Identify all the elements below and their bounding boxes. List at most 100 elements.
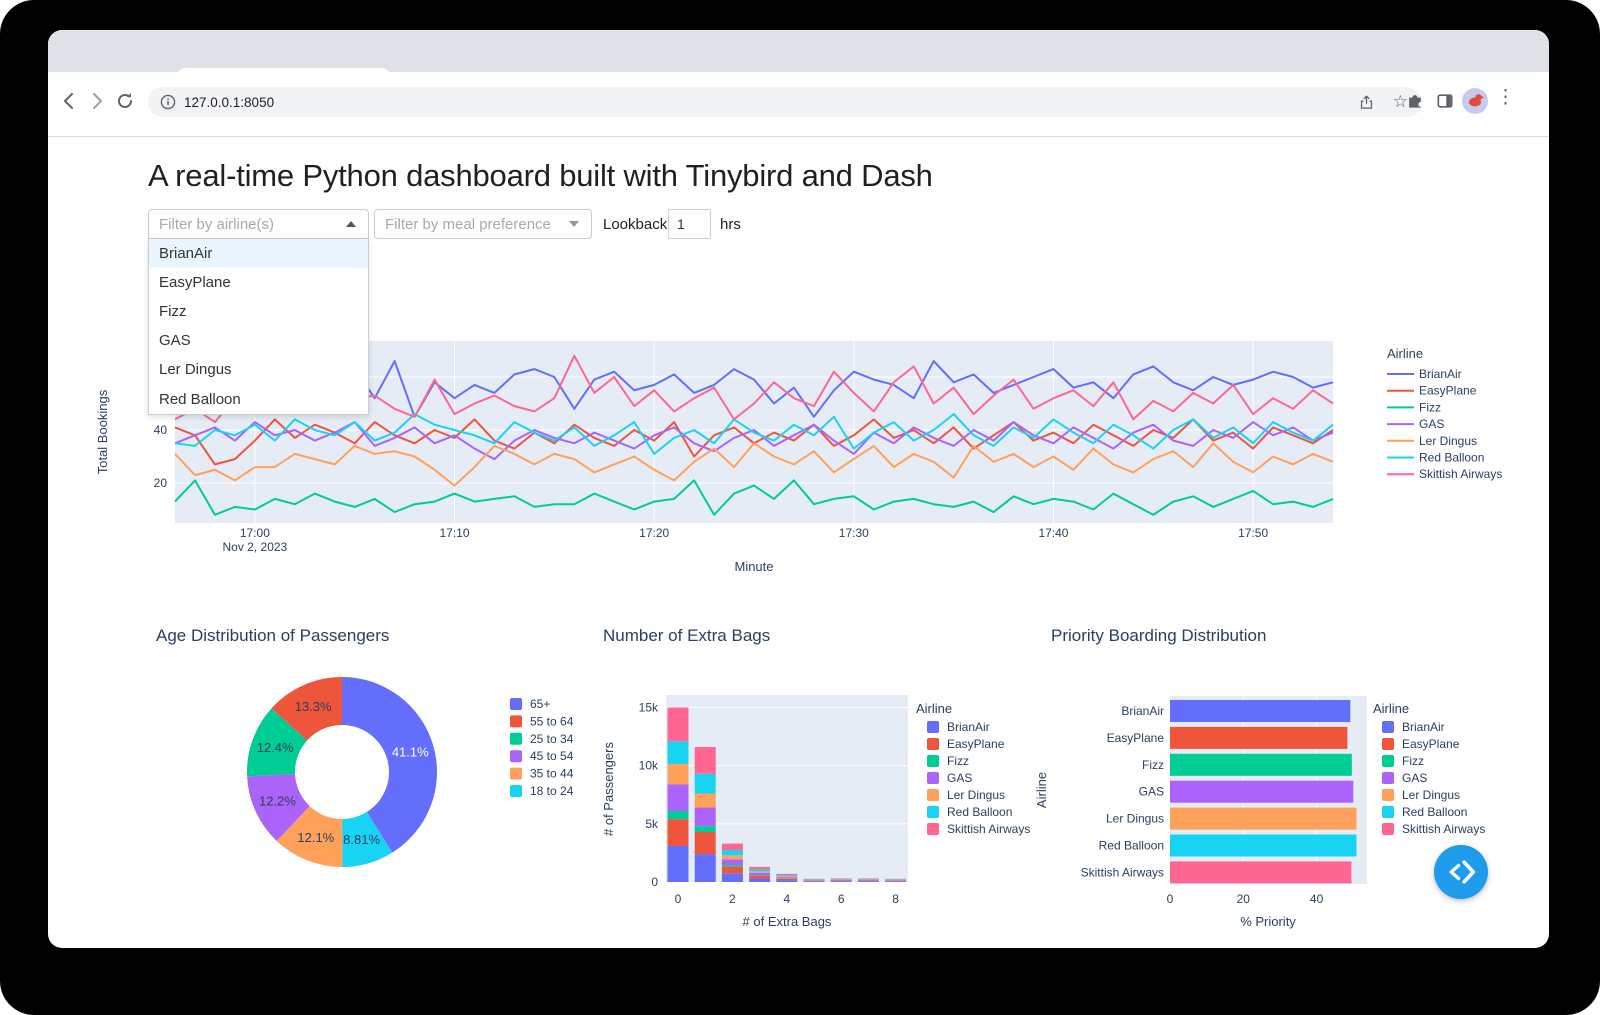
legend-entry[interactable]: Red Balloon: [927, 805, 1012, 819]
legend-swatch: [510, 750, 522, 762]
dropdown-option[interactable]: EasyPlane: [149, 268, 368, 297]
legend-entry[interactable]: Red Balloon: [1387, 451, 1484, 465]
bar-segment-Ler-Dingus: [668, 764, 689, 784]
legend-label: EasyPlane: [947, 737, 1005, 751]
x-tick-label: 17:00: [240, 526, 270, 540]
legend-label: Fizz: [1419, 400, 1441, 414]
legend-label: BrianAir: [1402, 720, 1445, 734]
x-tick-label: 40: [1310, 892, 1324, 906]
legend-entry[interactable]: EasyPlane: [1387, 384, 1477, 398]
x-axis-title: # of Extra Bags: [743, 914, 832, 929]
legend-swatch: [927, 721, 939, 733]
dropdown-option[interactable]: BrianAir: [149, 239, 368, 268]
chevron-right-icon: [1464, 862, 1473, 882]
legend-entry[interactable]: Skittish Airways: [927, 822, 1030, 836]
legend-entry[interactable]: Ler Dingus: [1382, 788, 1460, 802]
legend-swatch: [927, 789, 939, 801]
bar-segment-Fizz: [749, 875, 770, 876]
x-axis-title: Minute: [734, 559, 773, 574]
legend-title: Airline: [916, 701, 952, 716]
legend-swatch: [1382, 721, 1394, 733]
chevron-left-icon: [1451, 865, 1458, 878]
bar-segment-EasyPlane: [695, 832, 716, 854]
bar-segment-EasyPlane: [804, 881, 825, 882]
legend-entry[interactable]: Fizz: [927, 754, 969, 768]
chart-title: Age Distribution of Passengers: [156, 626, 389, 645]
legend-entry[interactable]: BrianAir: [1387, 367, 1462, 381]
legend-swatch: [927, 823, 939, 835]
x-tick-label: 20: [1237, 892, 1251, 906]
bar-segment-EasyPlane: [668, 819, 689, 846]
y-category-label: Red Balloon: [1099, 839, 1164, 853]
legend-swatch: [510, 768, 522, 780]
hbar-EasyPlane: [1170, 727, 1347, 749]
legend-label: 55 to 64: [530, 714, 574, 728]
dropdown-option[interactable]: GAS: [149, 326, 368, 355]
bar-segment-Skittish-Airways: [668, 708, 689, 742]
legend-entry[interactable]: EasyPlane: [927, 737, 1005, 751]
bar-segment-EasyPlane: [776, 879, 797, 880]
bar-segment-BrianAir: [695, 854, 716, 882]
legend-entry[interactable]: Ler Dingus: [1387, 434, 1477, 448]
legend-swatch: [510, 733, 522, 745]
x-tick-label: 0: [675, 892, 682, 906]
x-tick-label: 17:20: [639, 526, 669, 540]
bar-segment-EasyPlane: [722, 867, 743, 873]
bar-segment-BrianAir: [831, 881, 852, 882]
legend-entry[interactable]: 45 to 54: [510, 749, 574, 763]
legend-label: GAS: [1402, 771, 1427, 785]
tab-strip: Dash × + ⌄: [48, 30, 1549, 72]
legend-label: 18 to 24: [530, 784, 574, 798]
bar-segment-EasyPlane: [858, 881, 879, 882]
debug-toggle-button[interactable]: [1434, 845, 1488, 899]
legend-entry[interactable]: EasyPlane: [1382, 737, 1460, 751]
y-category-label: Ler Dingus: [1106, 812, 1164, 826]
legend-entry[interactable]: 55 to 64: [510, 714, 574, 728]
bar-segment-BrianAir: [858, 881, 879, 882]
bar-segment-BrianAir: [749, 879, 770, 882]
legend-entry[interactable]: BrianAir: [1382, 720, 1445, 734]
dropdown-option[interactable]: Fizz: [149, 297, 368, 326]
legend-entry[interactable]: GAS: [1382, 771, 1427, 785]
legend-entry[interactable]: 35 to 44: [510, 767, 574, 781]
pie-slice-label: 12.4%: [257, 740, 294, 755]
legend-title: Airline: [1387, 346, 1423, 361]
legend-label: GAS: [1419, 417, 1444, 431]
x-tick-label: 6: [838, 892, 845, 906]
y-tick-label: 10k: [639, 759, 659, 773]
hbar-BrianAir: [1170, 700, 1350, 722]
legend-entry[interactable]: 18 to 24: [510, 784, 574, 798]
chart-title: Priority Boarding Distribution: [1051, 626, 1266, 645]
bar-segment-Fizz: [722, 865, 743, 867]
bar-segment-Red-Balloon: [722, 850, 743, 855]
y-category-label: Fizz: [1142, 758, 1164, 772]
pie-slice-label: 41.1%: [392, 744, 429, 759]
legend-entry[interactable]: 65+: [510, 697, 550, 711]
legend-entry[interactable]: Fizz: [1387, 400, 1441, 414]
dropdown-option[interactable]: Ler Dingus: [149, 355, 368, 384]
legend-entry[interactable]: Ler Dingus: [927, 788, 1005, 802]
bar-segment-GAS: [776, 877, 797, 878]
bar-segment-Red-Balloon: [776, 875, 797, 876]
y-category-label: GAS: [1139, 785, 1164, 799]
legend-entry[interactable]: 25 to 34: [510, 732, 574, 746]
bar-segment-GAS: [722, 859, 743, 865]
bar-segment-EasyPlane: [749, 876, 770, 879]
legend-label: Red Balloon: [1419, 451, 1484, 465]
legend-entry[interactable]: GAS: [927, 771, 972, 785]
legend-swatch: [1382, 806, 1394, 818]
legend-entry[interactable]: GAS: [1387, 417, 1444, 431]
bar-segment-EasyPlane: [831, 881, 852, 882]
legend-entry[interactable]: BrianAir: [927, 720, 990, 734]
legend-entry[interactable]: Red Balloon: [1382, 805, 1467, 819]
legend-entry[interactable]: Fizz: [1382, 754, 1424, 768]
legend-entry[interactable]: Skittish Airways: [1382, 822, 1485, 836]
chevrons-icon: [1439, 850, 1483, 894]
bar-segment-Ler-Dingus: [776, 876, 797, 877]
legend-label: BrianAir: [1419, 367, 1462, 381]
dropdown-option[interactable]: Red Balloon: [149, 384, 368, 413]
legend-label: Fizz: [947, 754, 969, 768]
legend-entry[interactable]: Skittish Airways: [1387, 467, 1502, 481]
y-tick-label: 15k: [639, 701, 659, 715]
legend-swatch: [1382, 738, 1394, 750]
